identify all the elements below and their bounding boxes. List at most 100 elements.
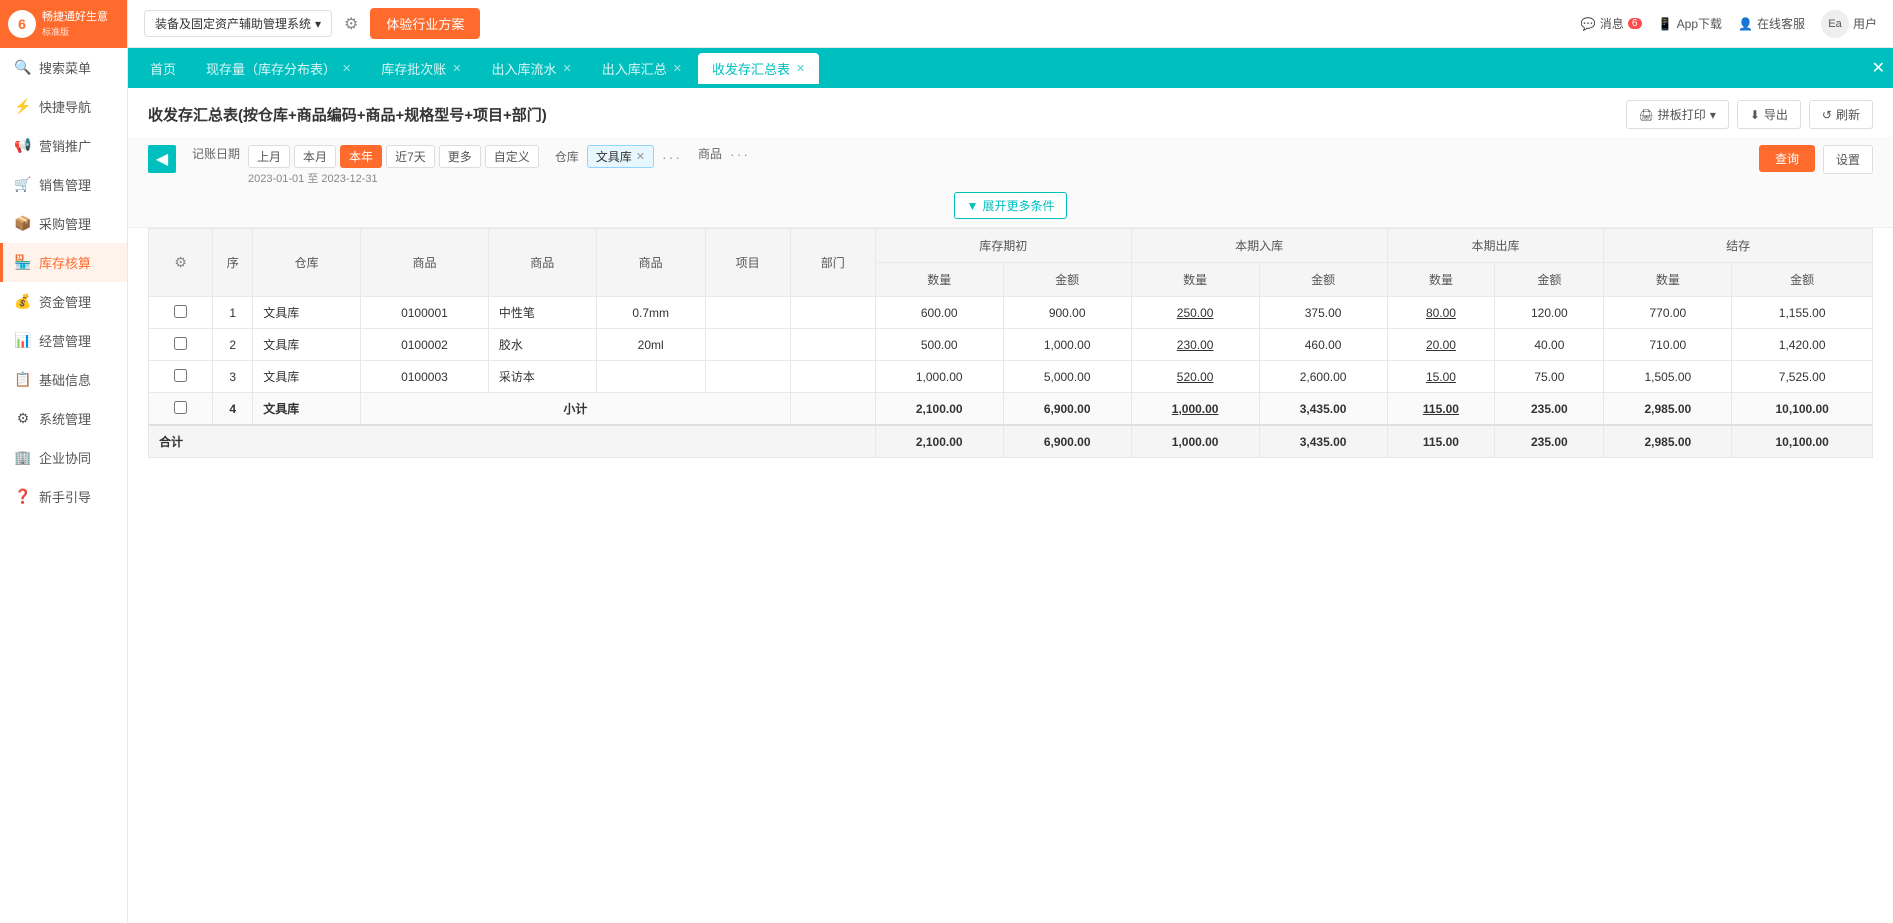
online-service-btn[interactable]: 👤 在线客服 bbox=[1738, 15, 1805, 32]
sidebar-item-purchase[interactable]: 📦 采购管理 bbox=[0, 204, 127, 243]
warehouse-more-options[interactable]: ··· bbox=[662, 149, 682, 165]
print-btn[interactable]: 🖨 拼板打印 ▾ bbox=[1626, 100, 1729, 129]
sidebar-item-marketing[interactable]: 📢 营销推广 bbox=[0, 126, 127, 165]
row-dept bbox=[790, 297, 875, 329]
page-content: 收发存汇总表(按仓库+商品编码+商品+规格型号+项目+部门) 🖨 拼板打印 ▾ … bbox=[128, 88, 1893, 923]
row-project bbox=[705, 329, 790, 361]
row-product: 采访本 bbox=[488, 361, 596, 393]
col-header-product: 商品 bbox=[488, 229, 596, 297]
row-code: 0100002 bbox=[360, 329, 488, 361]
tab-close-icon[interactable]: ✕ bbox=[796, 62, 805, 75]
close-all-tabs[interactable]: ✕ bbox=[1872, 58, 1885, 78]
col-group-init: 库存期初 bbox=[875, 229, 1131, 263]
settings-header[interactable]: ⚙ bbox=[149, 229, 213, 297]
chevron-down-icon: ▾ bbox=[315, 17, 321, 31]
footer-bal-qty: 2,985.00 bbox=[1604, 425, 1732, 458]
date-btn-7days[interactable]: 近7天 bbox=[386, 145, 435, 168]
sidebar-item-inventory[interactable]: 🏪 库存核算 bbox=[0, 243, 127, 282]
messages-btn[interactable]: 💬 消息 6 bbox=[1581, 15, 1642, 32]
export-btn[interactable]: ⬇ 导出 bbox=[1737, 100, 1801, 129]
col-header-init-amt: 金额 bbox=[1003, 263, 1131, 297]
sidebar-item-search[interactable]: 🔍 搜索菜单 bbox=[0, 48, 127, 87]
service-icon: 👤 bbox=[1738, 17, 1753, 31]
sidebar-item-assets[interactable]: 💰 资金管理 bbox=[0, 282, 127, 321]
goods-more-options[interactable]: ··· bbox=[730, 146, 750, 162]
footer-in-qty: 1,000.00 bbox=[1131, 425, 1259, 458]
table-settings-icon[interactable]: ⚙ bbox=[174, 254, 187, 270]
date-btn-custom[interactable]: 自定义 bbox=[485, 145, 539, 168]
tab-recv-send-summary[interactable]: 收发存汇总表 ✕ bbox=[698, 53, 819, 84]
base-info-icon: 📋 bbox=[15, 372, 31, 388]
row-bal-qty: 2,985.00 bbox=[1604, 393, 1732, 426]
sidebar-item-label: 营销推广 bbox=[39, 136, 91, 155]
footer-init-qty: 2,100.00 bbox=[875, 425, 1003, 458]
row-warehouse: 文具库 bbox=[253, 393, 361, 426]
filter-toggle-btn[interactable]: ◀ bbox=[148, 145, 176, 173]
row-out-qty[interactable]: 20.00 bbox=[1387, 329, 1495, 361]
expand-conditions-btn[interactable]: ▼ 展开更多条件 bbox=[954, 192, 1068, 219]
row-out-amt: 40.00 bbox=[1495, 329, 1604, 361]
sidebar-item-quick-nav[interactable]: ⚡ 快捷导航 bbox=[0, 87, 127, 126]
search-icon: 🔍 bbox=[15, 60, 31, 76]
row-out-amt: 235.00 bbox=[1495, 393, 1604, 426]
tab-close-icon[interactable]: ✕ bbox=[563, 62, 572, 75]
sidebar-item-operations[interactable]: 📊 经营管理 bbox=[0, 321, 127, 360]
row-bal-amt: 1,420.00 bbox=[1732, 329, 1873, 361]
row-spec: 0.7mm bbox=[596, 297, 705, 329]
tab-inout-flow[interactable]: 出入库流水 ✕ bbox=[477, 53, 585, 84]
sidebar-item-system[interactable]: ⚙ 系统管理 bbox=[0, 399, 127, 438]
sidebar-item-base-info[interactable]: 📋 基础信息 bbox=[0, 360, 127, 399]
row-in-amt: 3,435.00 bbox=[1259, 393, 1387, 426]
purchase-icon: 📦 bbox=[15, 216, 31, 232]
row-no: 1 bbox=[213, 297, 253, 329]
row-in-qty[interactable]: 250.00 bbox=[1131, 297, 1259, 329]
row-select[interactable] bbox=[149, 329, 213, 361]
system-select[interactable]: 装备及固定资产辅助管理系统 ▾ bbox=[144, 10, 332, 37]
refresh-btn[interactable]: ↺ 刷新 bbox=[1809, 100, 1873, 129]
try-btn[interactable]: 体验行业方案 bbox=[370, 8, 480, 39]
app-download-label: App下载 bbox=[1677, 15, 1722, 32]
row-select[interactable] bbox=[149, 297, 213, 329]
footer-bal-amt: 10,100.00 bbox=[1732, 425, 1873, 458]
gear-icon[interactable]: ⚙ bbox=[344, 14, 358, 34]
row-bal-amt: 1,155.00 bbox=[1732, 297, 1873, 329]
tab-home[interactable]: 首页 bbox=[136, 53, 190, 84]
message-icon: 💬 bbox=[1581, 17, 1596, 31]
sidebar-item-enterprise[interactable]: 🏢 企业协同 bbox=[0, 438, 127, 477]
date-btn-last-month[interactable]: 上月 bbox=[248, 145, 290, 168]
row-code: 0100001 bbox=[360, 297, 488, 329]
row-select[interactable] bbox=[149, 361, 213, 393]
user-menu[interactable]: Ea 用户 bbox=[1821, 10, 1877, 38]
row-product: 胶水 bbox=[488, 329, 596, 361]
row-out-qty[interactable]: 115.00 bbox=[1387, 393, 1495, 426]
date-btn-this-year[interactable]: 本年 bbox=[340, 145, 382, 168]
tab-close-icon[interactable]: ✕ bbox=[673, 62, 682, 75]
row-warehouse: 文具库 bbox=[253, 361, 361, 393]
date-btn-more[interactable]: 更多 bbox=[439, 145, 481, 168]
enterprise-icon: 🏢 bbox=[15, 450, 31, 466]
row-in-qty[interactable]: 1,000.00 bbox=[1131, 393, 1259, 426]
tab-inventory-dist[interactable]: 现存量（库存分布表） ✕ bbox=[192, 53, 365, 84]
row-init-amt: 900.00 bbox=[1003, 297, 1131, 329]
goods-filter-label: 商品 bbox=[698, 145, 722, 162]
tab-inout-summary[interactable]: 出入库汇总 ✕ bbox=[588, 53, 696, 84]
tab-batch-ledger[interactable]: 库存批次账 ✕ bbox=[367, 53, 475, 84]
warehouse-tag-close[interactable]: ✕ bbox=[636, 150, 645, 163]
row-select[interactable] bbox=[149, 393, 213, 426]
row-in-qty[interactable]: 520.00 bbox=[1131, 361, 1259, 393]
query-btn[interactable]: 查询 bbox=[1759, 145, 1815, 172]
col-header-in-qty: 数量 bbox=[1131, 263, 1259, 297]
date-btn-this-month[interactable]: 本月 bbox=[294, 145, 336, 168]
settings-btn[interactable]: 设置 bbox=[1823, 145, 1873, 174]
app-download-btn[interactable]: 📱 App下载 bbox=[1658, 15, 1722, 32]
row-in-qty[interactable]: 230.00 bbox=[1131, 329, 1259, 361]
row-dept bbox=[790, 329, 875, 361]
row-init-qty: 500.00 bbox=[875, 329, 1003, 361]
topbar-right: 💬 消息 6 📱 App下载 👤 在线客服 Ea 用户 bbox=[1581, 10, 1877, 38]
tab-close-icon[interactable]: ✕ bbox=[452, 62, 461, 75]
sidebar-item-guide[interactable]: ❓ 新手引导 bbox=[0, 477, 127, 516]
sidebar-item-sales[interactable]: 🛒 销售管理 bbox=[0, 165, 127, 204]
row-out-qty[interactable]: 80.00 bbox=[1387, 297, 1495, 329]
tab-close-icon[interactable]: ✕ bbox=[342, 62, 351, 75]
row-out-qty[interactable]: 15.00 bbox=[1387, 361, 1495, 393]
